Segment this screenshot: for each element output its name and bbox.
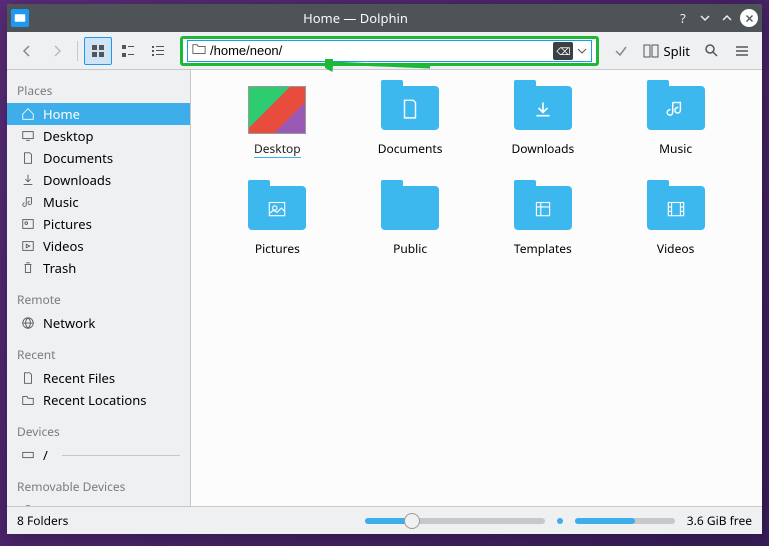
music-icon xyxy=(647,86,705,134)
clear-icon[interactable]: ⌫ xyxy=(553,42,573,60)
content-area: Places Home Desktop Documents Downloads … xyxy=(7,70,762,506)
back-button[interactable] xyxy=(13,37,41,65)
compact-view-button[interactable] xyxy=(114,37,142,65)
forward-button[interactable] xyxy=(43,37,71,65)
minimize-button[interactable] xyxy=(696,9,714,27)
file-view: Desktop Documents Downloads Music Pictures Pu… xyxy=(191,70,762,506)
file-label: Documents xyxy=(378,140,443,157)
item-count: 8 Folders xyxy=(17,512,68,529)
statusbar: 8 Folders 3.6 GiB free xyxy=(7,506,762,534)
details-view-button[interactable] xyxy=(144,37,172,65)
sidebar-item-music[interactable]: Music xyxy=(7,191,190,213)
file-label: Desktop xyxy=(254,140,301,158)
desktop-icon xyxy=(248,86,306,134)
file-item-pictures[interactable]: Pictures xyxy=(222,186,332,257)
disk-usage-bar xyxy=(575,518,675,524)
file-label: Music xyxy=(659,140,692,157)
address-bar-highlight: ⌫ xyxy=(180,36,599,66)
search-button[interactable] xyxy=(698,37,726,65)
sidebar-item-documents[interactable]: Documents xyxy=(7,147,190,169)
menu-button[interactable] xyxy=(728,37,756,65)
sidebar-item-videos[interactable]: Videos xyxy=(7,235,190,257)
titlebar[interactable]: Home — Dolphin ? xyxy=(7,4,762,32)
devices-header: Devices xyxy=(7,419,190,444)
file-label: Videos xyxy=(657,240,694,257)
sidebar-item-trash[interactable]: Trash xyxy=(7,257,190,279)
sidebar-item-desktop[interactable]: Desktop xyxy=(7,125,190,147)
sidebar-item-usb[interactable]: neon user 20201217-09:5 xyxy=(7,499,190,506)
places-panel: Places Home Desktop Documents Downloads … xyxy=(7,70,191,506)
file-item-videos[interactable]: Videos xyxy=(621,186,731,257)
split-button[interactable]: Split xyxy=(637,37,696,65)
help-button[interactable]: ? xyxy=(674,9,692,27)
removable-header: Removable Devices xyxy=(7,474,190,499)
split-icon xyxy=(643,43,659,59)
maximize-button[interactable] xyxy=(718,9,736,27)
templates-icon xyxy=(514,186,572,234)
app-icon xyxy=(11,9,29,27)
folder-icon xyxy=(192,42,206,60)
sidebar-item-recent-files[interactable]: Recent Files xyxy=(7,367,190,389)
sidebar-item-root[interactable]: / xyxy=(7,444,190,466)
sidebar-item-recent-locations[interactable]: Recent Locations xyxy=(7,389,190,411)
path-input[interactable] xyxy=(210,43,549,58)
file-label: Downloads xyxy=(511,140,574,157)
file-item-templates[interactable]: Templates xyxy=(488,186,598,257)
sidebar-item-network[interactable]: Network xyxy=(7,312,190,334)
file-item-downloads[interactable]: Downloads xyxy=(488,86,598,158)
file-label: Pictures xyxy=(255,240,300,257)
close-button[interactable] xyxy=(740,9,758,27)
confirm-button[interactable] xyxy=(607,37,635,65)
file-grid[interactable]: Desktop Documents Downloads Music Pictures Pu… xyxy=(191,70,762,506)
zoom-slider[interactable] xyxy=(365,518,545,524)
recent-header: Recent xyxy=(7,342,190,367)
places-header: Places xyxy=(7,78,190,103)
free-space: 3.6 GiB free xyxy=(687,512,752,529)
file-label: Public xyxy=(393,240,427,257)
pictures-icon xyxy=(248,186,306,234)
toolbar: ⌫ Split xyxy=(7,32,762,70)
icons-view-button[interactable] xyxy=(84,37,112,65)
file-item-public[interactable]: Public xyxy=(355,186,465,257)
address-bar[interactable]: ⌫ xyxy=(187,40,592,62)
remote-header: Remote xyxy=(7,287,190,312)
downloads-icon xyxy=(514,86,572,134)
file-item-documents[interactable]: Documents xyxy=(355,86,465,158)
file-item-music[interactable]: Music xyxy=(621,86,731,158)
dolphin-window: Home — Dolphin ? ⌫ Split xyxy=(7,4,762,534)
sidebar-item-pictures[interactable]: Pictures xyxy=(7,213,190,235)
videos-icon xyxy=(647,186,705,234)
disk-indicator-icon xyxy=(557,518,563,524)
sidebar-item-home[interactable]: Home xyxy=(7,103,190,125)
window-title: Home — Dolphin xyxy=(37,9,674,27)
sidebar-item-downloads[interactable]: Downloads xyxy=(7,169,190,191)
documents-icon xyxy=(381,86,439,134)
split-label: Split xyxy=(663,42,690,60)
file-item-desktop[interactable]: Desktop xyxy=(222,86,332,158)
address-dropdown[interactable] xyxy=(577,42,587,60)
file-label: Templates xyxy=(514,240,572,257)
folder-icon xyxy=(381,186,439,234)
